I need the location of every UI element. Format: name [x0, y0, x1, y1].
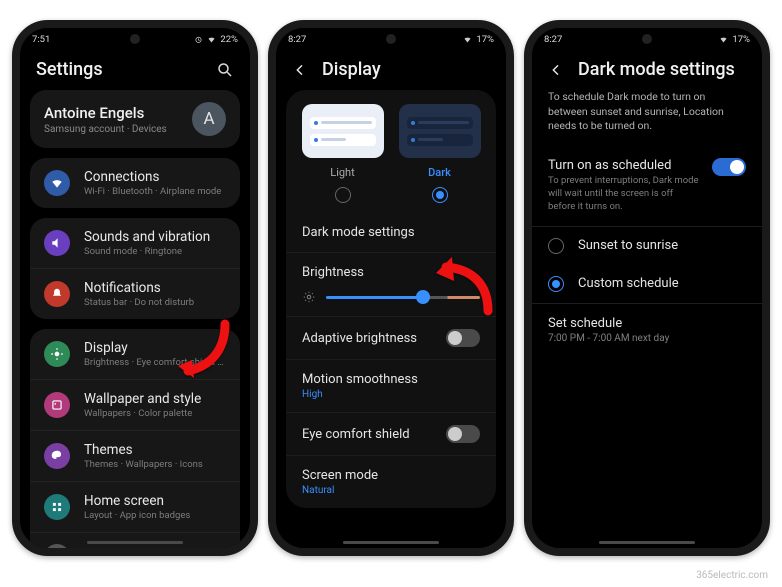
- status-bar: 8:27 17%: [276, 28, 506, 47]
- wifi-icon: [44, 170, 70, 196]
- group-connections: ConnectionsWi-Fi · Bluetooth · Airplane …: [30, 158, 240, 208]
- account-card[interactable]: Antoine Engels Samsung account · Devices…: [30, 90, 240, 148]
- phone-display: 8:27 17% Display Light: [268, 20, 514, 556]
- settings-item-display[interactable]: DisplayBrightness · Eye comfort shield ·…: [30, 329, 240, 379]
- nav-hint[interactable]: [343, 541, 439, 544]
- adaptive-brightness-row[interactable]: Adaptive brightness: [286, 316, 496, 359]
- status-bar: 8:27 17%: [532, 28, 762, 47]
- header: Settings: [20, 47, 250, 90]
- status-bar: 7:51 22%: [20, 28, 250, 47]
- page-title: Settings: [36, 59, 103, 80]
- back-icon[interactable]: [548, 62, 564, 78]
- option-sunset-sunrise[interactable]: Sunset to sunrise: [532, 227, 762, 265]
- theme-option-dark[interactable]: Dark: [397, 104, 482, 203]
- alarm-icon: [194, 35, 203, 44]
- settings-item-home[interactable]: Home screenLayout · App icon badges: [30, 481, 240, 532]
- radio-custom[interactable]: [548, 276, 564, 292]
- status-time: 8:27: [544, 34, 562, 45]
- brightness-section: Brightness: [286, 252, 496, 316]
- settings-item-sounds[interactable]: Sounds and vibrationSound mode · Rington…: [30, 218, 240, 268]
- home-icon: [44, 494, 70, 520]
- turn-on-scheduled-row[interactable]: Turn on as scheduled To prevent interrup…: [532, 146, 762, 226]
- motion-smoothness-row[interactable]: Motion smoothness High: [286, 359, 496, 412]
- status-battery: 17%: [732, 34, 750, 45]
- settings-item-connections[interactable]: ConnectionsWi-Fi · Bluetooth · Airplane …: [30, 158, 240, 208]
- page-title: Dark mode settings: [578, 59, 735, 80]
- lock-icon: [44, 544, 70, 548]
- screen-mode-row[interactable]: Screen mode Natural: [286, 455, 496, 508]
- adaptive-brightness-toggle[interactable]: [446, 329, 480, 347]
- schedule-description: To schedule Dark mode to turn on between…: [532, 90, 762, 146]
- wallpaper-icon: [44, 392, 70, 418]
- status-time: 7:51: [32, 34, 50, 45]
- theme-option-light[interactable]: Light: [300, 104, 385, 203]
- group-display: DisplayBrightness · Eye comfort shield ·…: [30, 329, 240, 548]
- sound-icon: [44, 230, 70, 256]
- phone-settings: 7:51 22% Settings Antoine Engels Samsung…: [12, 20, 258, 556]
- header: Dark mode settings: [532, 47, 762, 90]
- wifi-icon: [463, 35, 472, 44]
- theme-selector: Light Dark: [286, 90, 496, 213]
- page-title: Display: [322, 59, 381, 80]
- themes-icon: [44, 443, 70, 469]
- settings-item-wallpaper[interactable]: Wallpaper and styleWallpapers · Color pa…: [30, 379, 240, 430]
- brightness-slider[interactable]: [326, 296, 480, 299]
- radio-sunset[interactable]: [548, 238, 564, 254]
- wifi-icon: [719, 35, 728, 44]
- account-sub: Samsung account · Devices: [44, 124, 192, 135]
- display-icon: [44, 341, 70, 367]
- eye-comfort-toggle[interactable]: [446, 425, 480, 443]
- settings-item-themes[interactable]: ThemesThemes · Wallpapers · Icons: [30, 430, 240, 481]
- status-battery: 22%: [220, 34, 238, 45]
- nav-hint[interactable]: [87, 541, 183, 544]
- option-custom-schedule[interactable]: Custom schedule: [532, 265, 762, 304]
- watermark: 365electric.com: [696, 570, 768, 581]
- slider-thumb[interactable]: [416, 290, 430, 304]
- status-battery: 17%: [476, 34, 494, 45]
- avatar[interactable]: A: [192, 102, 226, 136]
- group-sound-notif: Sounds and vibrationSound mode · Rington…: [30, 218, 240, 319]
- wifi-icon: [207, 35, 216, 44]
- radio-dark[interactable]: [432, 187, 448, 203]
- settings-item-notifications[interactable]: NotificationsStatus bar · Do not disturb: [30, 268, 240, 319]
- back-icon[interactable]: [292, 62, 308, 78]
- brightness-icon: [302, 290, 316, 304]
- scheduled-toggle[interactable]: [712, 158, 746, 176]
- radio-light[interactable]: [335, 187, 351, 203]
- eye-comfort-row[interactable]: Eye comfort shield: [286, 412, 496, 455]
- set-schedule-row[interactable]: Set schedule 7:00 PM - 7:00 AM next day: [532, 304, 762, 356]
- header: Display: [276, 47, 506, 90]
- theme-preview-light: [302, 104, 384, 158]
- settings-item-lock[interactable]: Lock screen: [30, 532, 240, 548]
- account-name: Antoine Engels: [44, 104, 192, 122]
- status-time: 8:27: [288, 34, 306, 45]
- phone-dark-mode-settings: 8:27 17% Dark mode settings To schedule …: [524, 20, 770, 556]
- theme-preview-dark: [399, 104, 481, 158]
- nav-hint[interactable]: [599, 541, 695, 544]
- search-icon[interactable]: [216, 61, 234, 79]
- dark-mode-settings-row[interactable]: Dark mode settings: [286, 213, 496, 252]
- bell-icon: [44, 281, 70, 307]
